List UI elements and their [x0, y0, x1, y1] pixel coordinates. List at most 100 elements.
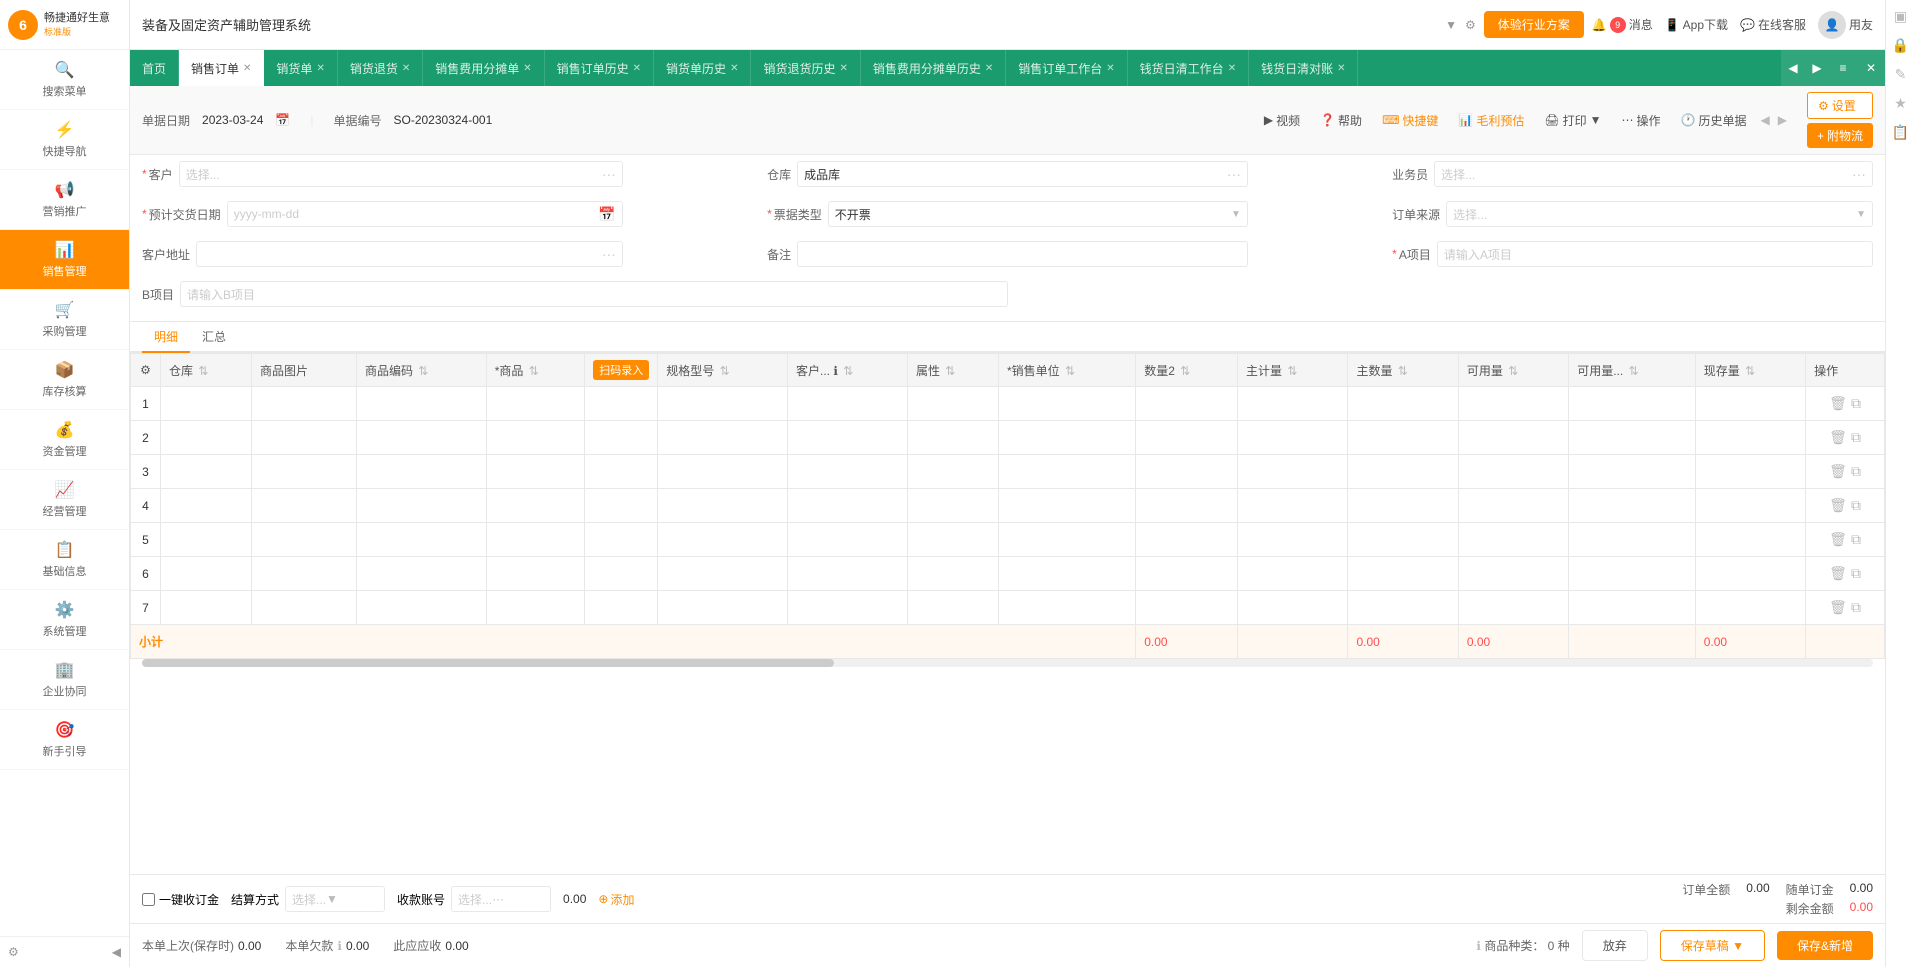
operations-button[interactable]: ⋯ 操作 — [1616, 110, 1667, 131]
row-delete-button[interactable]: 🗑 — [1829, 429, 1847, 446]
profit-forecast-button[interactable]: 📊 毛利预估 — [1452, 110, 1530, 131]
cell-qty2[interactable] — [1136, 523, 1238, 557]
cell-warehouse[interactable] — [161, 557, 252, 591]
cell-spec[interactable] — [658, 387, 788, 421]
cell-main-qty[interactable] — [1348, 591, 1458, 625]
row-delete-button[interactable]: 🗑 — [1829, 395, 1847, 412]
sidebar-item-finance[interactable]: 💰 资金管理 — [0, 410, 129, 470]
cell-customer-code[interactable] — [788, 523, 908, 557]
notes-input[interactable] — [797, 241, 1248, 267]
row-delete-button[interactable]: 🗑 — [1829, 463, 1847, 480]
tab-close-icon[interactable]: ✕ — [402, 63, 410, 74]
row-delete-button[interactable]: 🗑 — [1829, 531, 1847, 548]
tab-sales-slip[interactable]: 销货单 ✕ — [264, 50, 337, 86]
panel-icon-5[interactable]: 📋 — [1892, 124, 1909, 141]
row-copy-button[interactable]: ⧉ — [1851, 599, 1861, 616]
cell-available-qty2[interactable] — [1569, 591, 1696, 625]
col-code[interactable]: 商品编码 ⇅ — [356, 354, 486, 387]
settings-button[interactable]: ⚙ 设置 — [1807, 92, 1873, 119]
panel-icon-2[interactable]: 🔒 — [1892, 37, 1909, 54]
account-input[interactable]: 选择... ··· — [451, 886, 551, 912]
cell-current-qty[interactable] — [1695, 523, 1805, 557]
row-copy-button[interactable]: ⧉ — [1851, 395, 1861, 412]
col-available-qty[interactable]: 可用量 ⇅ — [1458, 354, 1568, 387]
col-spec[interactable]: 规格型号 ⇅ — [658, 354, 788, 387]
help-button[interactable]: ❓ 帮助 — [1314, 110, 1368, 131]
cell-spec[interactable] — [658, 523, 788, 557]
cell-product[interactable] — [486, 489, 585, 523]
dropdown-arrow-icon[interactable]: ▼ — [1445, 18, 1457, 32]
cell-available-qty[interactable] — [1458, 591, 1568, 625]
cell-current-qty[interactable] — [1695, 455, 1805, 489]
tab-close-icon[interactable]: ✕ — [730, 63, 738, 74]
cell-warehouse[interactable] — [161, 455, 252, 489]
cell-spec[interactable] — [658, 421, 788, 455]
cell-main-qty[interactable] — [1348, 489, 1458, 523]
sidebar-item-sales[interactable]: 📊 销售管理 — [0, 230, 129, 290]
row-copy-button[interactable]: ⧉ — [1851, 531, 1861, 548]
sidebar-item-purchase[interactable]: 🛒 采购管理 — [0, 290, 129, 350]
preview-button[interactable]: ▶ 视频 — [1258, 110, 1306, 131]
order-source-input[interactable]: 选择... ▼ — [1446, 201, 1873, 227]
sidebar-item-base[interactable]: 📋 基础信息 — [0, 530, 129, 590]
cell-warehouse[interactable] — [161, 489, 252, 523]
add-attachment-button[interactable]: + 附物流 — [1807, 123, 1873, 148]
sidebar-item-marketing[interactable]: 📢 营销推广 — [0, 170, 129, 230]
cell-qty2[interactable] — [1136, 489, 1238, 523]
salesperson-input[interactable]: 选择... ··· — [1434, 161, 1873, 187]
tab-detail[interactable]: 明细 — [142, 322, 190, 353]
app-download-item[interactable]: 📱 App下载 — [1665, 16, 1728, 33]
cell-code[interactable] — [356, 591, 486, 625]
discard-button[interactable]: 放弃 — [1582, 930, 1648, 961]
settlement-input[interactable]: 选择... ▼ — [285, 886, 385, 912]
cell-available-qty[interactable] — [1458, 421, 1568, 455]
shortcuts-button[interactable]: ⌨ 快捷键 — [1376, 110, 1444, 131]
cell-main-unit[interactable] — [1238, 387, 1348, 421]
cell-unit[interactable] — [998, 557, 1135, 591]
cell-attribute[interactable] — [907, 455, 998, 489]
tab-close-icon[interactable]: ✕ — [1228, 63, 1236, 74]
col-warehouse[interactable]: 仓库 ⇅ — [161, 354, 252, 387]
cell-qty2[interactable] — [1136, 455, 1238, 489]
prev-record-icon[interactable]: ◀ — [1761, 113, 1770, 127]
tab-close-icon[interactable]: ✕ — [839, 63, 847, 74]
cell-available-qty[interactable] — [1458, 489, 1568, 523]
tab-close-icon[interactable]: ✕ — [1337, 63, 1345, 74]
cell-customer-code[interactable] — [788, 591, 908, 625]
row-copy-button[interactable]: ⧉ — [1851, 497, 1861, 514]
col-settings[interactable]: ⚙ — [131, 354, 161, 387]
settings-icon[interactable]: ⚙ — [8, 945, 19, 959]
cell-current-qty[interactable] — [1695, 387, 1805, 421]
cell-available-qty2[interactable] — [1569, 421, 1696, 455]
cell-spec[interactable] — [658, 591, 788, 625]
tab-daily-reconcile[interactable]: 钱货日清对账 ✕ — [1249, 50, 1358, 86]
more-icon[interactable]: ··· — [492, 892, 504, 906]
cell-warehouse[interactable] — [161, 387, 252, 421]
col-current-qty[interactable]: 现存量 ⇅ — [1695, 354, 1805, 387]
sidebar-item-enterprise[interactable]: 🏢 企业协同 — [0, 650, 129, 710]
user-item[interactable]: 👤 用友 — [1818, 11, 1873, 39]
cell-available-qty2[interactable] — [1569, 557, 1696, 591]
cell-main-qty[interactable] — [1348, 421, 1458, 455]
cell-main-unit[interactable] — [1238, 523, 1348, 557]
cell-spec[interactable] — [658, 455, 788, 489]
tab-daily-clear-workbench[interactable]: 钱货日清工作台 ✕ — [1128, 50, 1249, 86]
cell-available-qty2[interactable] — [1569, 489, 1696, 523]
cell-attribute[interactable] — [907, 557, 998, 591]
col-main-qty[interactable]: 主数量 ⇅ — [1348, 354, 1458, 387]
sidebar-item-guide[interactable]: 🎯 新手引导 — [0, 710, 129, 770]
cell-customer-code[interactable] — [788, 421, 908, 455]
tab-close-icon[interactable]: ✕ — [316, 63, 324, 74]
tab-close-icon[interactable]: ✕ — [1106, 63, 1114, 74]
col-available-qty2[interactable]: 可用量... ⇅ — [1569, 354, 1696, 387]
cell-attribute[interactable] — [907, 387, 998, 421]
cell-qty2[interactable] — [1136, 591, 1238, 625]
cell-available-qty[interactable] — [1458, 455, 1568, 489]
tab-close-icon[interactable]: ✕ — [523, 63, 531, 74]
cell-product[interactable] — [486, 421, 585, 455]
one-click-checkbox[interactable] — [142, 893, 155, 906]
cell-available-qty[interactable] — [1458, 523, 1568, 557]
cell-current-qty[interactable] — [1695, 591, 1805, 625]
tab-home[interactable]: 首页 — [130, 50, 179, 86]
tab-return-history[interactable]: 销货退货历史 ✕ — [751, 50, 860, 86]
